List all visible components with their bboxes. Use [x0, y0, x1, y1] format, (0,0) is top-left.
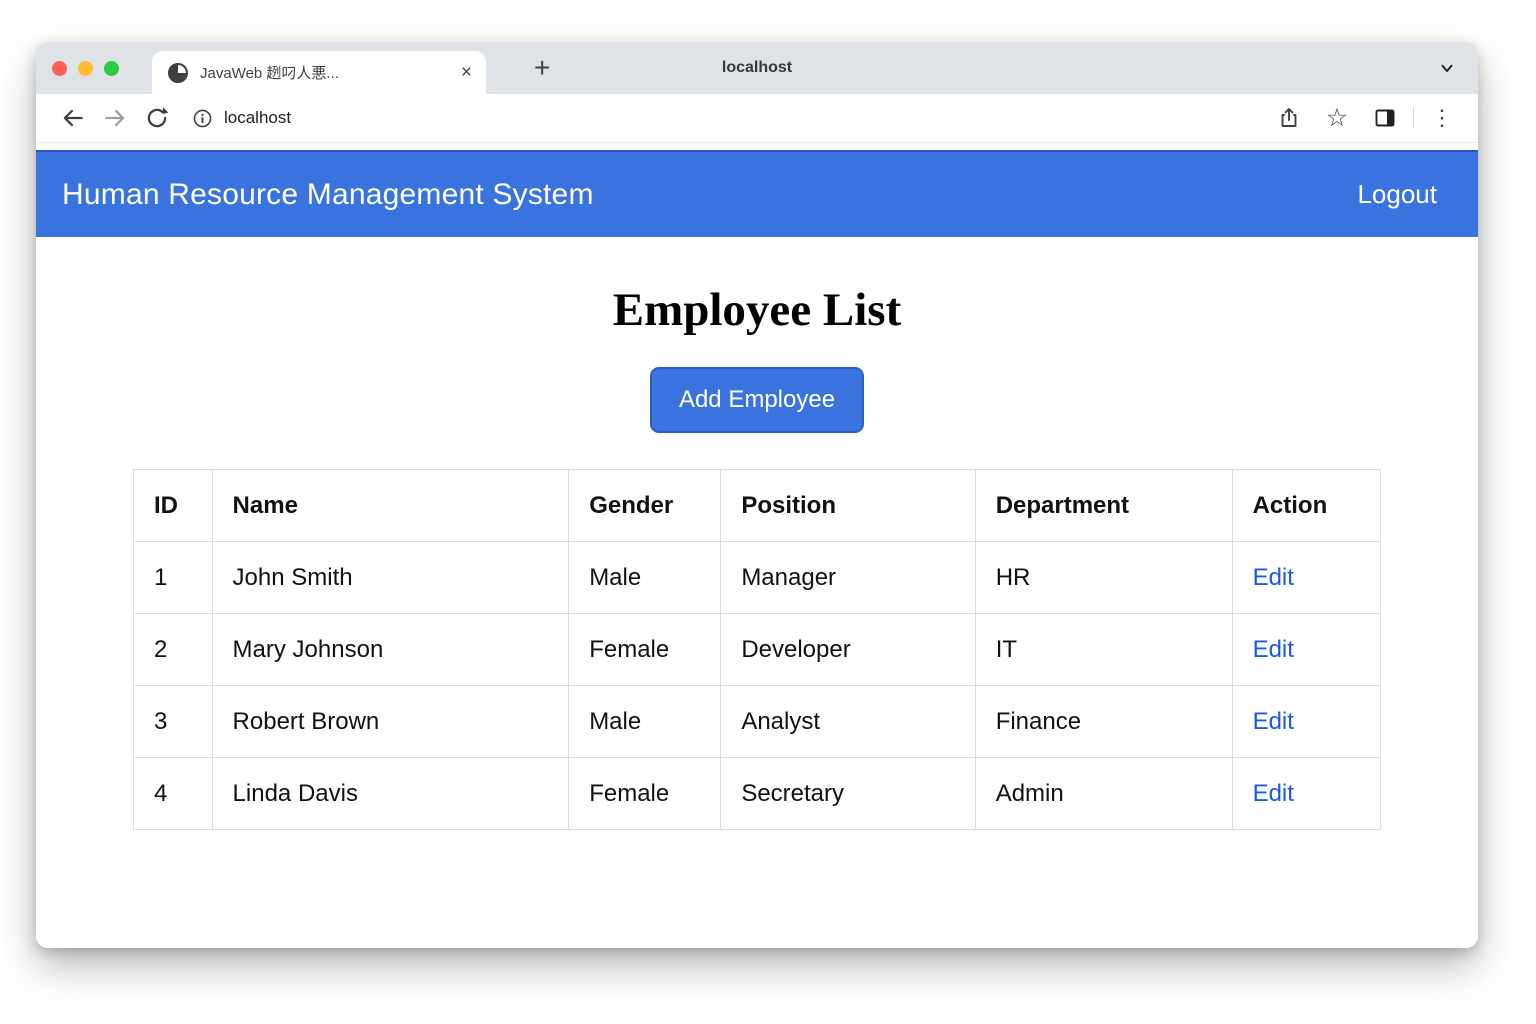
cell-name: Linda Davis — [211, 757, 570, 830]
cell-gender: Male — [568, 685, 722, 758]
cell-gender: Female — [568, 613, 722, 686]
web-page: Human Resource Management System Logout … — [36, 143, 1478, 948]
cell-position: Secretary — [720, 757, 976, 830]
screenshot: localhost JavaWeb 趔叼人悪... × + localhost … — [0, 0, 1536, 1024]
new-tab-button[interactable]: + — [534, 42, 550, 94]
add-employee-button[interactable]: Add Employee — [649, 367, 865, 433]
toolbar-separator — [1413, 107, 1414, 129]
table-row: 2 Mary Johnson Female Developer IT Edit — [133, 613, 1382, 686]
cell-id: 3 — [133, 685, 213, 758]
zoom-window-button[interactable] — [104, 60, 119, 76]
cell-gender: Female — [568, 757, 722, 830]
share-icon[interactable] — [1269, 98, 1309, 138]
column-header-name: Name — [211, 469, 570, 542]
column-header-position: Position — [720, 469, 976, 542]
table-header-row: ID Name Gender Position Department Actio… — [133, 469, 1382, 542]
column-header-department: Department — [974, 469, 1233, 542]
edit-link[interactable]: Edit — [1253, 780, 1294, 807]
logout-link[interactable]: Logout — [1357, 179, 1437, 210]
cell-position: Manager — [720, 541, 976, 614]
tab-search-chevron-icon[interactable] — [1438, 42, 1456, 94]
cell-department: HR — [974, 541, 1233, 614]
edit-link[interactable]: Edit — [1253, 708, 1294, 735]
table-row: 1 John Smith Male Manager HR Edit — [133, 541, 1382, 614]
reload-button[interactable] — [136, 98, 178, 138]
cell-gender: Male — [568, 541, 722, 614]
back-button[interactable] — [52, 98, 94, 138]
table-row: 3 Robert Brown Male Analyst Finance Edit — [133, 685, 1382, 758]
favicon-icon — [168, 62, 188, 83]
cell-department: Admin — [974, 757, 1233, 830]
column-header-gender: Gender — [568, 469, 722, 542]
column-header-action: Action — [1231, 469, 1382, 542]
cell-name: Mary Johnson — [211, 613, 570, 686]
site-info-icon[interactable] — [192, 108, 213, 129]
tab-strip: localhost JavaWeb 趔叼人悪... × + — [36, 42, 1478, 94]
url-text[interactable]: localhost — [224, 108, 291, 128]
close-window-button[interactable] — [52, 60, 67, 76]
app-title: Human Resource Management System — [62, 177, 594, 211]
minimize-window-button[interactable] — [78, 60, 93, 76]
cell-department: IT — [974, 613, 1233, 686]
cell-position: Developer — [720, 613, 976, 686]
cell-id: 2 — [133, 613, 213, 686]
cell-position: Analyst — [720, 685, 976, 758]
column-header-id: ID — [133, 469, 213, 542]
forward-button[interactable] — [94, 98, 136, 138]
edit-link[interactable]: Edit — [1253, 564, 1294, 591]
address-bar[interactable]: localhost — [192, 100, 1269, 136]
tab-close-icon[interactable]: × — [461, 63, 472, 82]
cell-id: 1 — [133, 541, 213, 614]
table-row: 4 Linda Davis Female Secretary Admin Edi… — [133, 757, 1382, 830]
cell-department: Finance — [974, 685, 1233, 758]
page-content: Employee List Add Employee ID Name Gende… — [36, 283, 1478, 830]
page-title: Employee List — [612, 284, 902, 336]
browser-window: localhost JavaWeb 趔叼人悪... × + localhost … — [36, 42, 1478, 948]
employee-table: ID Name Gender Position Department Actio… — [133, 469, 1382, 830]
more-menu-icon[interactable]: ⋮ — [1422, 98, 1462, 138]
cell-name: John Smith — [211, 541, 570, 614]
window-controls — [52, 42, 119, 94]
cell-name: Robert Brown — [211, 685, 570, 758]
edit-link[interactable]: Edit — [1253, 636, 1294, 663]
side-panel-icon[interactable] — [1365, 98, 1405, 138]
app-header: Human Resource Management System Logout — [36, 150, 1478, 237]
browser-toolbar: localhost ☆ ⋮ — [36, 94, 1478, 143]
toolbar-right-icons: ☆ ⋮ — [1269, 98, 1462, 138]
bookmark-star-icon[interactable]: ☆ — [1317, 98, 1357, 138]
cell-id: 4 — [133, 757, 213, 830]
browser-tab[interactable]: JavaWeb 趔叼人悪... × — [152, 51, 486, 94]
tab-title: JavaWeb 趔叼人悪... — [200, 65, 339, 82]
